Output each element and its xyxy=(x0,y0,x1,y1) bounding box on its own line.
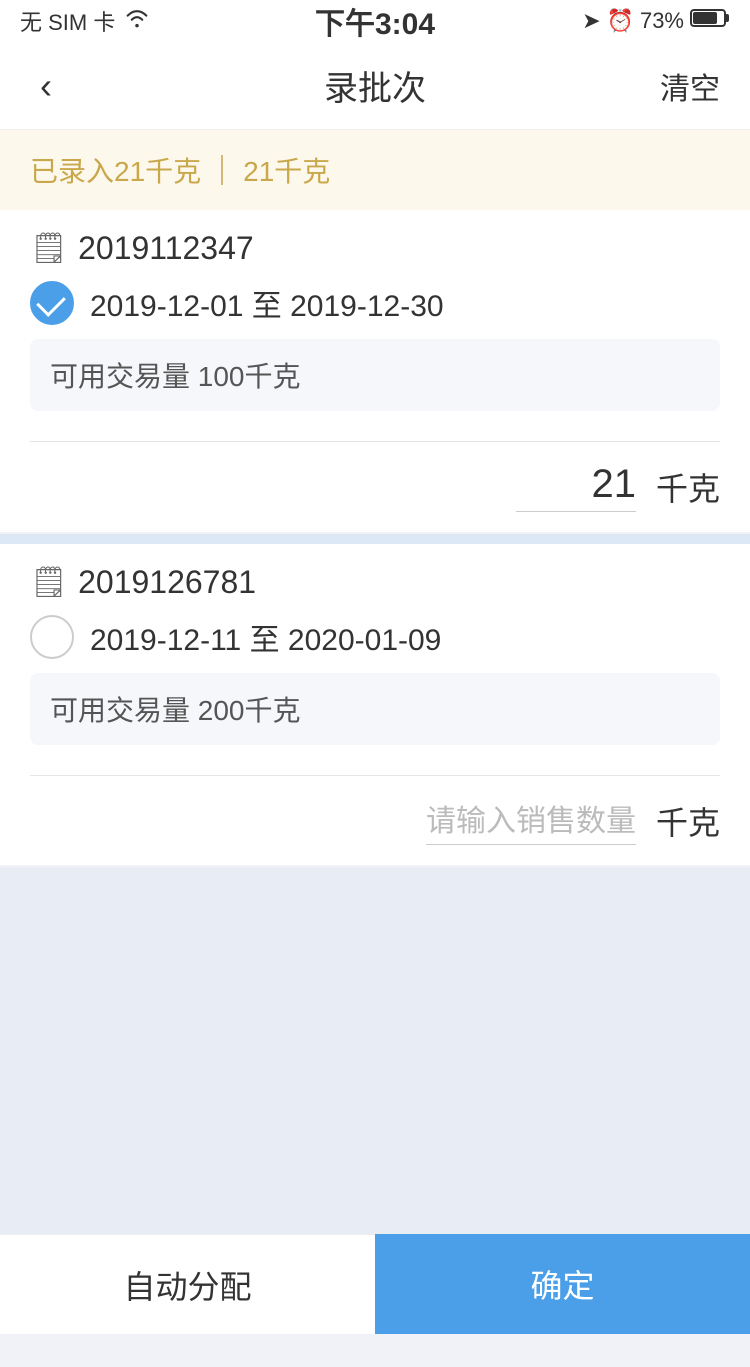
batch-row-1[interactable]: 2019-12-01 至 2019-12-30 xyxy=(30,281,720,325)
qty-row-2: 请输入销售数量 千克 xyxy=(0,776,750,865)
section-separator xyxy=(0,534,750,544)
qty-input-2[interactable]: 请输入销售数量 xyxy=(426,796,636,845)
info-bar: 已录入21千克 21千克 xyxy=(0,130,750,210)
status-right: ➤ ⏰ 73% xyxy=(582,7,730,35)
wifi-icon xyxy=(123,8,151,34)
qty-value-1: 21 xyxy=(591,462,636,506)
available-qty-2: 可用交易量 200千克 xyxy=(30,673,720,745)
available-qty-1: 可用交易量 100千克 xyxy=(30,339,720,411)
info-divider xyxy=(221,155,223,185)
qty-placeholder-2: 请输入销售数量 xyxy=(426,805,636,838)
alarm-icon: ⏰ xyxy=(607,8,634,34)
status-time: 下午3:04 xyxy=(315,0,435,43)
radio-button-1[interactable] xyxy=(30,281,74,325)
battery-icon xyxy=(690,7,730,35)
batch-header-1: 🗒 2019112347 xyxy=(30,230,720,267)
batch-header-2: 🗒 2019126781 xyxy=(30,564,720,601)
status-left: 无 SIM 卡 xyxy=(20,5,151,37)
confirm-button[interactable]: 确定 xyxy=(375,1234,750,1334)
auto-distribute-button[interactable]: 自动分配 xyxy=(0,1234,375,1334)
main-content: 🗒 2019112347 2019-12-01 至 2019-12-30 可用交… xyxy=(0,210,750,1367)
battery-text: 73% xyxy=(640,8,684,34)
bottom-bar: 自动分配 确定 xyxy=(0,1234,750,1334)
empty-area xyxy=(0,867,750,1267)
info-value: 21千克 xyxy=(243,150,330,190)
radio-button-2[interactable] xyxy=(30,615,74,659)
batch-card-2: 🗒 2019126781 2019-12-11 至 2020-01-09 可用交… xyxy=(0,544,750,865)
batch-date-1: 2019-12-01 至 2019-12-30 xyxy=(90,281,444,325)
batch-date-2: 2019-12-11 至 2020-01-09 xyxy=(90,615,441,659)
batch-row-2[interactable]: 2019-12-11 至 2020-01-09 xyxy=(30,615,720,659)
batch-doc-icon-2: 🗒 xyxy=(30,565,68,600)
qty-row-1: 21 千克 xyxy=(0,442,750,532)
recorded-label: 已录入21千克 xyxy=(30,150,201,190)
qty-unit-2: 千克 xyxy=(656,798,720,844)
batch-item-1: 🗒 2019112347 2019-12-01 至 2019-12-30 可用交… xyxy=(0,210,750,441)
location-icon: ➤ xyxy=(582,8,600,34)
clear-button[interactable]: 清空 xyxy=(660,64,720,108)
page-title: 录批次 xyxy=(324,61,426,110)
batch-item-2: 🗒 2019126781 2019-12-11 至 2020-01-09 可用交… xyxy=(0,544,750,775)
batch-card-1: 🗒 2019112347 2019-12-01 至 2019-12-30 可用交… xyxy=(0,210,750,532)
carrier-text: 无 SIM 卡 xyxy=(20,5,115,37)
back-button[interactable]: ‹ xyxy=(30,55,62,117)
nav-bar: ‹ 录批次 清空 xyxy=(0,42,750,130)
qty-unit-1: 千克 xyxy=(656,464,720,510)
status-bar: 无 SIM 卡 下午3:04 ➤ ⏰ 73% xyxy=(0,0,750,42)
batch-id-1: 2019112347 xyxy=(78,230,254,267)
qty-input-1[interactable]: 21 xyxy=(516,462,636,512)
batch-id-2: 2019126781 xyxy=(78,564,256,601)
batch-doc-icon-1: 🗒 xyxy=(30,231,68,266)
